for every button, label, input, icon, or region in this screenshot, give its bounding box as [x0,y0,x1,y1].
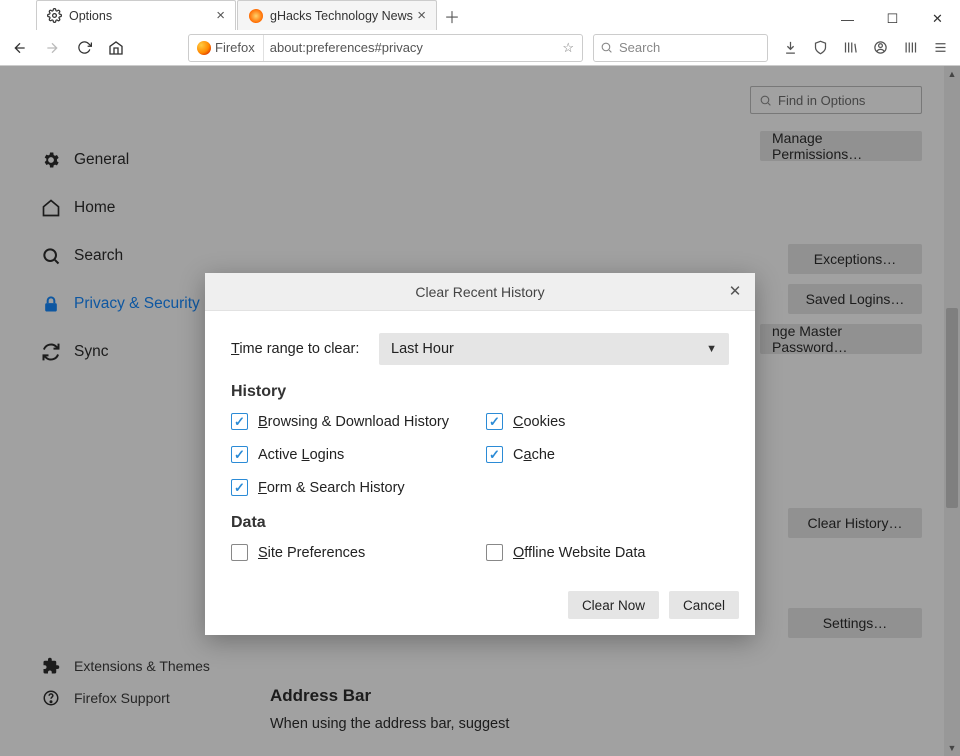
close-icon[interactable]: × [216,7,225,24]
shield-icon[interactable] [806,34,834,62]
check-label: Offline Website Data [513,545,645,561]
check-browsing-download: Browsing & Download History [231,413,474,430]
new-tab-button[interactable]: ＋ [438,2,466,30]
check-label: Cache [513,447,555,463]
dialog-close-button[interactable]: ✕ [725,281,745,301]
check-site-preferences: Site Preferences [231,544,474,561]
firefox-icon [197,41,211,55]
clear-history-dialog: Clear Recent History ✕ Time range to cle… [205,273,755,635]
library-button[interactable] [836,34,864,62]
search-icon [600,41,613,54]
window-titlebar: Options × gHacks Technology News × ＋ — ☐… [0,0,960,30]
search-placeholder: Search [619,40,660,55]
reload-button[interactable] [70,34,98,62]
tab-strip: Options × gHacks Technology News × ＋ [0,0,466,30]
identity-box[interactable]: Firefox [189,35,264,61]
tab-label: Options [69,9,112,23]
content-area: Find in Options General Home Search Priv… [0,66,960,756]
gear-icon [47,8,62,23]
cookies-checkbox[interactable] [486,413,503,430]
site-favicon [248,8,263,23]
check-cookies: Cookies [486,413,729,430]
time-range-select[interactable]: Last Hour ▼ [379,333,729,365]
forward-button[interactable] [38,34,66,62]
url-input[interactable] [264,40,555,55]
cache-checkbox[interactable] [486,446,503,463]
menu-button[interactable] [926,34,954,62]
window-controls: — ☐ ✕ [825,8,960,30]
tab-options[interactable]: Options × [36,0,236,30]
site-preferences-checkbox[interactable] [231,544,248,561]
check-label: Active Logins [258,447,344,463]
check-form-search: Form & Search History [231,479,474,496]
close-icon[interactable]: × [417,7,426,24]
identity-label: Firefox [215,40,255,55]
toolbar-right [776,34,954,62]
home-button[interactable] [102,34,130,62]
dialog-footer: Clear Now Cancel [205,579,755,635]
bookmark-star-icon[interactable]: ☆ [554,40,582,56]
downloads-button[interactable] [776,34,804,62]
form-search-checkbox[interactable] [231,479,248,496]
clear-now-button[interactable]: Clear Now [568,591,659,619]
nav-toolbar: Firefox ☆ Search [0,30,960,66]
data-check-grid: Site Preferences Offline Website Data [231,544,729,561]
search-bar[interactable]: Search [593,34,768,62]
check-active-logins: Active Logins [231,446,474,463]
check-label: Browsing & Download History [258,414,449,430]
check-offline-data: Offline Website Data [486,544,729,561]
maximize-button[interactable]: ☐ [870,8,915,30]
check-cache: Cache [486,446,729,463]
active-logins-checkbox[interactable] [231,446,248,463]
check-label: Form & Search History [258,480,405,496]
dialog-title: Clear Recent History [415,284,544,300]
back-button[interactable] [6,34,34,62]
minimize-button[interactable]: — [825,8,870,30]
sidebar-button[interactable] [896,34,924,62]
check-label: Site Preferences [258,545,365,561]
account-icon[interactable] [866,34,894,62]
dialog-body: Time range to clear: Last Hour ▼ History… [205,311,755,579]
dialog-header: Clear Recent History ✕ [205,273,755,311]
tab-label: gHacks Technology News [270,9,413,23]
tab-ghacks[interactable]: gHacks Technology News × [237,0,437,30]
history-check-grid: Browsing & Download History Cookies Acti… [231,413,729,496]
data-group-heading: Data [231,514,729,532]
cancel-button[interactable]: Cancel [669,591,739,619]
offline-data-checkbox[interactable] [486,544,503,561]
url-bar[interactable]: Firefox ☆ [188,34,583,62]
close-window-button[interactable]: ✕ [915,8,960,30]
browsing-download-checkbox[interactable] [231,413,248,430]
history-group-heading: History [231,383,729,401]
time-range-label: Time range to clear: [231,341,379,357]
time-range-row: Time range to clear: Last Hour ▼ [231,333,729,365]
check-label: Cookies [513,414,565,430]
time-range-value: Last Hour [391,341,454,357]
chevron-down-icon: ▼ [706,343,717,355]
